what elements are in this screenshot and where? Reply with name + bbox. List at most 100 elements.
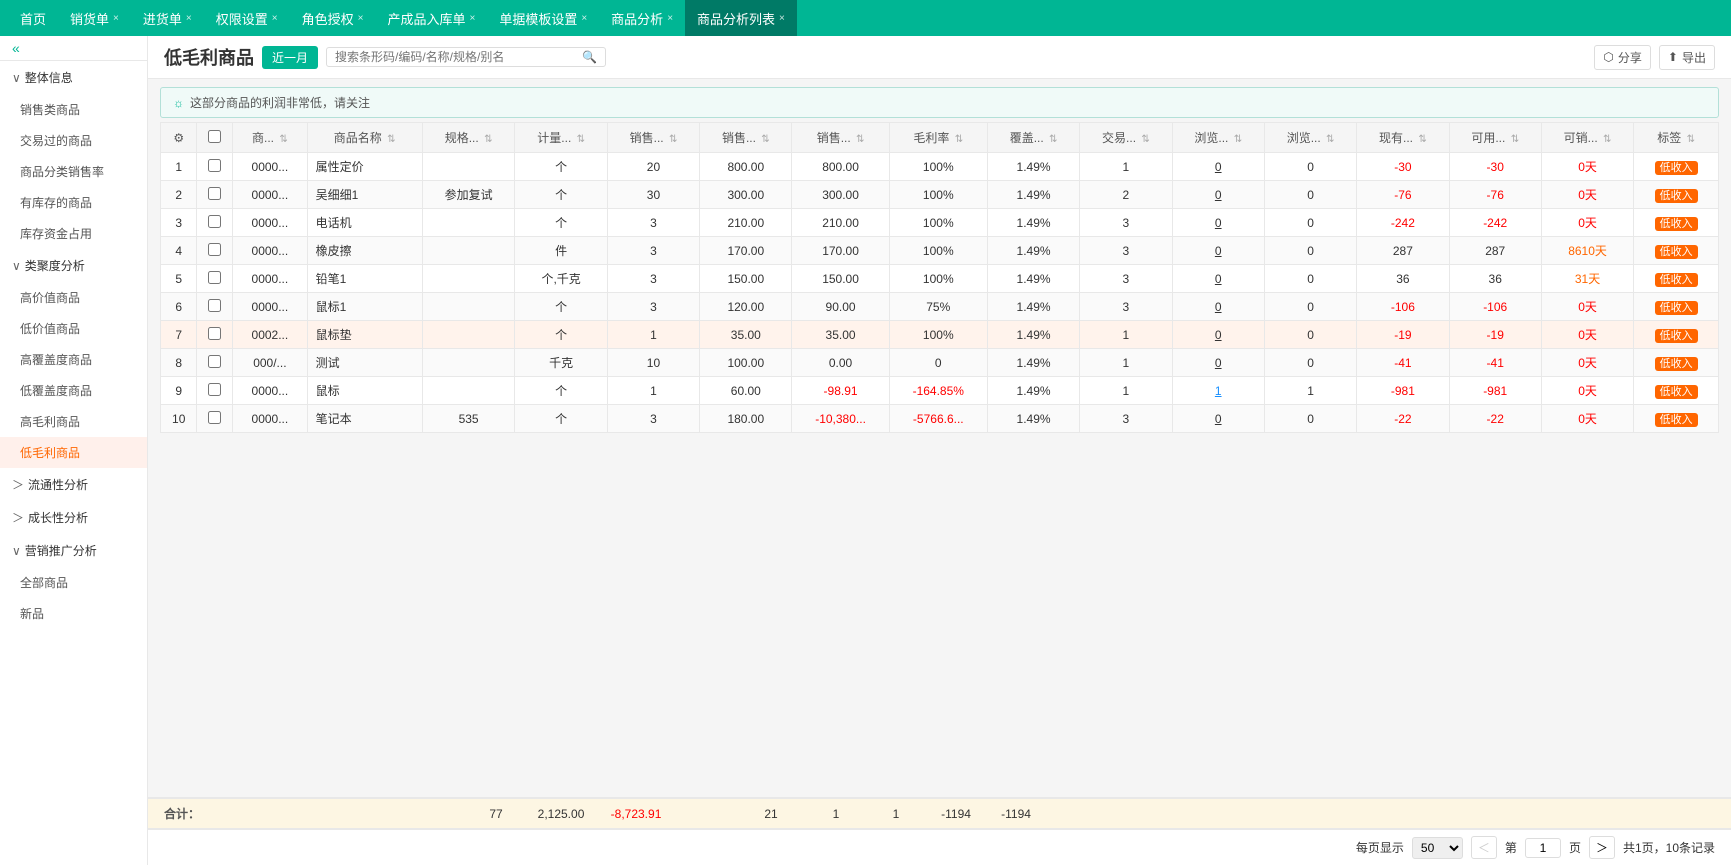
col-unit[interactable]: 计量... ⇅ xyxy=(515,123,607,153)
cell-coverage: 1.49% xyxy=(987,181,1079,209)
sidebar-item-high-margin[interactable]: 高毛利商品 xyxy=(0,406,147,437)
row-checkbox[interactable] xyxy=(208,355,221,368)
cell-checkbox[interactable] xyxy=(197,237,233,265)
sidebar-item-low-value[interactable]: 低价值商品 xyxy=(0,313,147,344)
cell-view1[interactable]: 0 xyxy=(1172,349,1264,377)
col-view2[interactable]: 浏览... ⇅ xyxy=(1264,123,1356,153)
nav-permission-close[interactable]: × xyxy=(272,13,278,24)
search-icon[interactable]: 🔍 xyxy=(582,50,597,64)
row-checkbox[interactable] xyxy=(208,159,221,172)
nav-template-close[interactable]: × xyxy=(581,13,587,24)
cell-view2: 0 xyxy=(1264,237,1356,265)
row-checkbox[interactable] xyxy=(208,271,221,284)
sidebar-item-new-products[interactable]: 新品 xyxy=(0,598,147,629)
sidebar-item-stock-products[interactable]: 有库存的商品 xyxy=(0,187,147,218)
cell-gross-rate: 75% xyxy=(889,293,987,321)
cell-view1[interactable]: 0 xyxy=(1172,237,1264,265)
row-checkbox[interactable] xyxy=(208,243,221,256)
col-name[interactable]: 商品名称 ⇅ xyxy=(307,123,422,153)
total-label: 合计： xyxy=(164,805,200,822)
cell-checkbox[interactable] xyxy=(197,349,233,377)
col-code[interactable]: 商... ⇅ xyxy=(233,123,307,153)
nav-product-analysis-list[interactable]: 商品分析列表 × xyxy=(685,0,797,36)
sidebar-item-low-margin[interactable]: 低毛利商品 xyxy=(0,437,147,468)
col-spec[interactable]: 规格... ⇅ xyxy=(422,123,515,153)
col-checkbox[interactable] xyxy=(197,123,233,153)
row-checkbox[interactable] xyxy=(208,411,221,424)
cell-view1[interactable]: 0 xyxy=(1172,153,1264,181)
sidebar-item-traded-products[interactable]: 交易过的商品 xyxy=(0,125,147,156)
col-sale-qty[interactable]: 销售... ⇅ xyxy=(607,123,699,153)
cell-view1[interactable]: 0 xyxy=(1172,209,1264,237)
page-number-input[interactable] xyxy=(1525,838,1561,858)
col-tag[interactable]: 标签 ⇅ xyxy=(1634,123,1719,153)
cell-view1[interactable]: 0 xyxy=(1172,181,1264,209)
sidebar-group-growth[interactable]: ＞ 成长性分析 xyxy=(0,501,147,534)
sidebar-item-high-value[interactable]: 高价值商品 xyxy=(0,282,147,313)
sidebar-collapse-btn[interactable]: « xyxy=(8,40,24,56)
nav-role[interactable]: 角色授权 × xyxy=(290,0,376,36)
share-button[interactable]: ⬡ 分享 xyxy=(1594,45,1651,70)
nav-product-analysis[interactable]: 商品分析 × xyxy=(599,0,685,36)
sidebar-group-cluster[interactable]: ∨ 类聚度分析 xyxy=(0,249,147,282)
row-checkbox[interactable] xyxy=(208,327,221,340)
col-settings[interactable]: ⚙ xyxy=(161,123,197,153)
nav-product-entry[interactable]: 产成品入库单 × xyxy=(375,0,487,36)
select-all-checkbox[interactable] xyxy=(208,130,221,143)
col-current[interactable]: 现有... ⇅ xyxy=(1357,123,1449,153)
cell-checkbox[interactable] xyxy=(197,377,233,405)
cell-checkbox[interactable] xyxy=(197,321,233,349)
col-saleable[interactable]: 可销... ⇅ xyxy=(1541,123,1633,153)
row-checkbox[interactable] xyxy=(208,187,221,200)
sidebar-item-category-rate[interactable]: 商品分类销售率 xyxy=(0,156,147,187)
col-sale-profit[interactable]: 销售... ⇅ xyxy=(792,123,889,153)
sidebar-item-low-coverage[interactable]: 低覆盖度商品 xyxy=(0,375,147,406)
cell-view1[interactable]: 0 xyxy=(1172,293,1264,321)
cell-checkbox[interactable] xyxy=(197,153,233,181)
sidebar-group-liquidity[interactable]: ＞ 流通性分析 xyxy=(0,468,147,501)
cell-checkbox[interactable] xyxy=(197,405,233,433)
row-checkbox[interactable] xyxy=(208,215,221,228)
cell-view1[interactable]: 1 xyxy=(1172,377,1264,405)
sidebar-item-high-coverage[interactable]: 高覆盖度商品 xyxy=(0,344,147,375)
cell-checkbox[interactable] xyxy=(197,265,233,293)
nav-purchase-close[interactable]: × xyxy=(186,13,192,24)
time-filter-button[interactable]: 近一月 xyxy=(262,46,318,69)
nav-role-close[interactable]: × xyxy=(358,13,364,24)
nav-product-entry-close[interactable]: × xyxy=(469,13,475,24)
nav-product-analysis-close[interactable]: × xyxy=(667,13,673,24)
sidebar-item-stock-capital[interactable]: 库存资金占用 xyxy=(0,218,147,249)
sidebar-item-sales-products[interactable]: 销售类商品 xyxy=(0,94,147,125)
cell-checkbox[interactable] xyxy=(197,209,233,237)
nav-sales[interactable]: 销货单 × xyxy=(58,0,131,36)
search-input[interactable] xyxy=(335,50,582,64)
cell-view1[interactable]: 0 xyxy=(1172,265,1264,293)
col-sale-price[interactable]: 销售... ⇅ xyxy=(700,123,792,153)
export-button[interactable]: ⬆ 导出 xyxy=(1659,45,1715,70)
nav-permission[interactable]: 权限设置 × xyxy=(204,0,290,36)
next-page-button[interactable]: ＞ xyxy=(1589,836,1615,859)
sidebar-group-general[interactable]: ∨ 整体信息 xyxy=(0,61,147,94)
nav-template[interactable]: 单据模板设置 × xyxy=(487,0,599,36)
nav-purchase[interactable]: 进货单 × xyxy=(131,0,204,36)
cell-checkbox[interactable] xyxy=(197,181,233,209)
nav-sales-close[interactable]: × xyxy=(113,13,119,24)
col-trade[interactable]: 交易... ⇅ xyxy=(1080,123,1172,153)
cell-unit: 个 xyxy=(515,377,607,405)
col-coverage[interactable]: 覆盖... ⇅ xyxy=(987,123,1079,153)
col-available[interactable]: 可用... ⇅ xyxy=(1449,123,1541,153)
nav-product-analysis-list-close[interactable]: × xyxy=(779,13,785,24)
row-checkbox[interactable] xyxy=(208,383,221,396)
sidebar-group-marketing[interactable]: ∨ 营销推广分析 xyxy=(0,534,147,567)
cell-view1[interactable]: 0 xyxy=(1172,321,1264,349)
page-size-select[interactable]: 50 10 20 100 xyxy=(1412,837,1463,859)
row-checkbox[interactable] xyxy=(208,299,221,312)
footer-available: -1194 xyxy=(986,807,1046,821)
col-gross-rate[interactable]: 毛利率 ⇅ xyxy=(889,123,987,153)
sidebar-item-all-products[interactable]: 全部商品 xyxy=(0,567,147,598)
col-view1[interactable]: 浏览... ⇅ xyxy=(1172,123,1264,153)
nav-home[interactable]: 首页 xyxy=(8,0,58,36)
cell-checkbox[interactable] xyxy=(197,293,233,321)
prev-page-button[interactable]: ＜ xyxy=(1471,836,1497,859)
cell-view1[interactable]: 0 xyxy=(1172,405,1264,433)
